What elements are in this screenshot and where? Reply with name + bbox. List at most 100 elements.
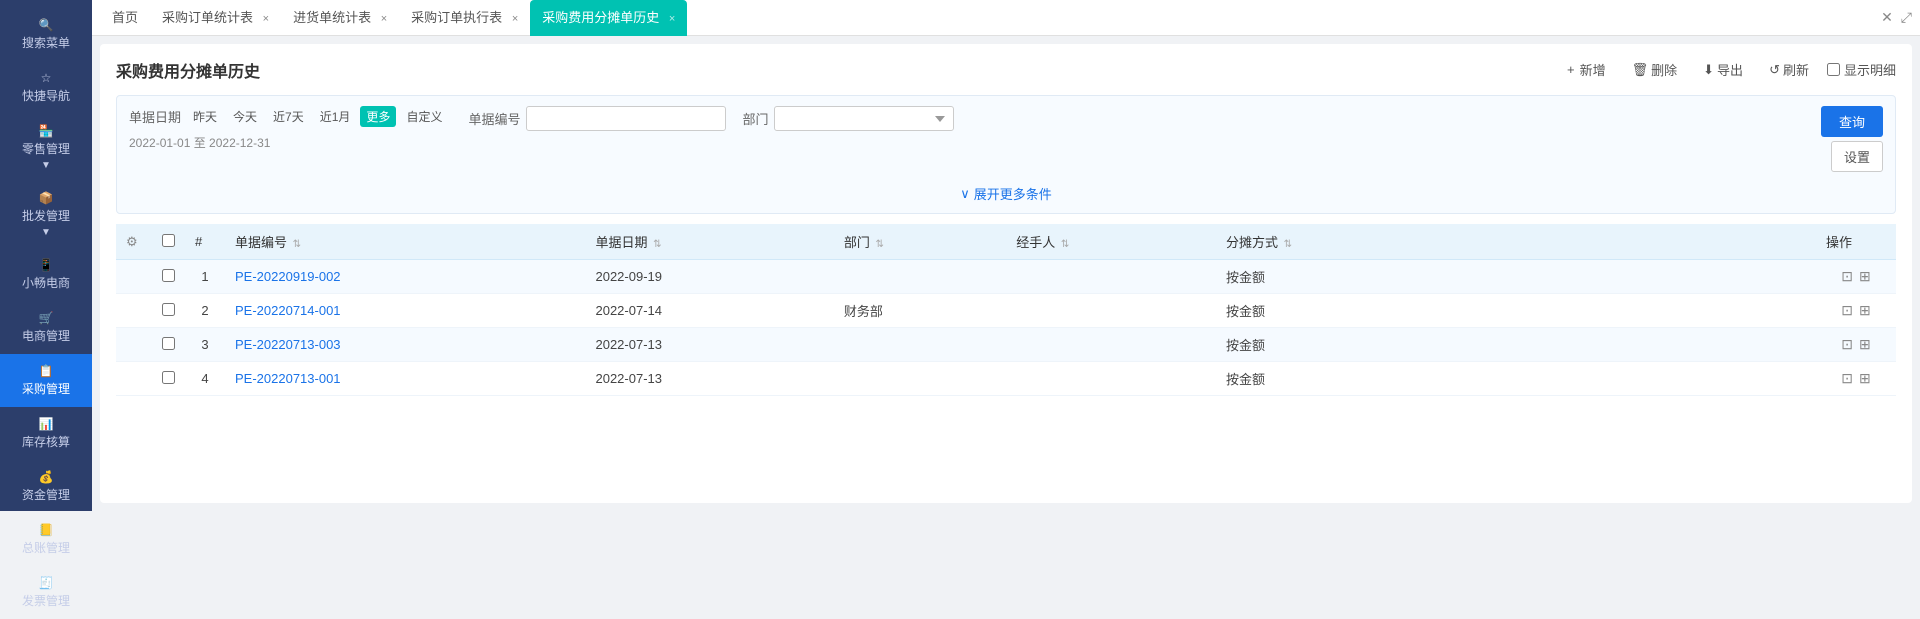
view-icon[interactable]: ⊡ bbox=[1841, 268, 1853, 285]
sidebar: 🔍 搜索菜单 ☆ 快捷导航 🏪 零售管理 ▼ 📦 批发管理 ▼ 📱 小畅电商 🛒… bbox=[0, 0, 92, 511]
sidebar-item-inventory[interactable]: 📊 库存核算 bbox=[0, 407, 92, 460]
table-row: 1 PE-20220919-002 2022-09-19 按金额 ⊡ ⊞ bbox=[116, 260, 1896, 294]
tab-label: 采购订单统计表 bbox=[162, 10, 253, 25]
close-tab-icon[interactable]: ✕ bbox=[1881, 9, 1893, 26]
row-doc-no: PE-20220713-001 bbox=[225, 362, 585, 396]
table-row: 3 PE-20220713-003 2022-07-13 按金额 ⊡ ⊞ bbox=[116, 328, 1896, 362]
finance-icon: 💰 bbox=[4, 470, 88, 484]
toolbar: + 新增 🗑 删除 ⬇ 导出 ↺ 刷新 显示明细 bbox=[1559, 56, 1896, 83]
ecommerce-icon: 🛒 bbox=[4, 311, 88, 325]
sidebar-item-quicknav[interactable]: ☆ 快捷导航 bbox=[0, 61, 92, 114]
show-detail-checkbox[interactable]: 显示明细 bbox=[1827, 60, 1896, 79]
add-label: 新增 bbox=[1580, 60, 1606, 79]
docno-input[interactable] bbox=[526, 106, 726, 131]
row-checkbox[interactable] bbox=[162, 371, 175, 384]
edit-icon[interactable]: ⊞ bbox=[1859, 268, 1871, 285]
add-button[interactable]: + 新增 bbox=[1559, 56, 1614, 83]
tab-home[interactable]: 首页 bbox=[100, 0, 150, 36]
row-check bbox=[152, 362, 185, 396]
nav-icon: ☆ bbox=[4, 71, 88, 85]
sort-icon[interactable]: ⇅ bbox=[1284, 239, 1292, 250]
view-icon[interactable]: ⊡ bbox=[1841, 336, 1853, 353]
tab-purchase-order-stats[interactable]: 采购订单统计表 × bbox=[150, 0, 281, 36]
filter-settings-button[interactable]: 设置 bbox=[1831, 141, 1883, 172]
add-icon: + bbox=[1567, 62, 1575, 77]
refresh-icon: ↺ bbox=[1769, 62, 1780, 78]
row-handler bbox=[1006, 362, 1216, 396]
maximize-icon[interactable]: ⤢ bbox=[1901, 9, 1912, 26]
date-7days-btn[interactable]: 近7天 bbox=[267, 106, 310, 127]
select-all-checkbox[interactable] bbox=[162, 234, 175, 247]
doc-no-link[interactable]: PE-20220713-001 bbox=[235, 371, 341, 386]
date-shortcuts: 昨天 今天 近7天 近1月 更多 自定义 bbox=[187, 106, 448, 127]
row-handler bbox=[1006, 260, 1216, 294]
show-detail-input[interactable] bbox=[1827, 63, 1840, 76]
page-header: 采购费用分摊单历史 + 新增 🗑 删除 ⬇ 导出 ↺ 刷新 bbox=[116, 56, 1896, 83]
sidebar-item-search[interactable]: 🔍 搜索菜单 bbox=[0, 8, 92, 61]
sidebar-item-invoice[interactable]: 🧾 发票管理 bbox=[0, 566, 92, 619]
date-today-btn[interactable]: 今天 bbox=[227, 106, 263, 127]
row-doc-no: PE-20220713-003 bbox=[225, 328, 585, 362]
table-row: 2 PE-20220714-001 2022-07-14 财务部 按金额 ⊡ ⊞ bbox=[116, 294, 1896, 328]
filter-center-section: 单据编号 部门 财务部 bbox=[448, 106, 1821, 131]
sort-icon[interactable]: ⇅ bbox=[1061, 239, 1069, 250]
tab-close-icon[interactable]: × bbox=[381, 13, 387, 25]
chevron-down-icon: ▼ bbox=[41, 160, 51, 171]
filter-date-item: 单据日期 昨天 今天 近7天 近1月 更多 自定义 bbox=[129, 106, 448, 127]
doc-no-link[interactable]: PE-20220714-001 bbox=[235, 303, 341, 318]
row-checkbox[interactable] bbox=[162, 303, 175, 316]
doc-no-link[interactable]: PE-20220713-003 bbox=[235, 337, 341, 352]
date-custom-btn[interactable]: 自定义 bbox=[400, 106, 448, 127]
sort-icon[interactable]: ⇅ bbox=[653, 239, 661, 250]
col-settings: ⚙ bbox=[116, 224, 152, 260]
sidebar-item-label: 搜索菜单 bbox=[4, 34, 88, 51]
sidebar-item-finance[interactable]: 💰 资金管理 bbox=[0, 460, 92, 513]
tab-purchase-order-exec[interactable]: 采购订单执行表 × bbox=[399, 0, 530, 36]
refresh-button[interactable]: ↺ 刷新 bbox=[1761, 56, 1817, 83]
export-label: 导出 bbox=[1717, 60, 1743, 79]
date-1month-btn[interactable]: 近1月 bbox=[314, 106, 357, 127]
row-settings bbox=[116, 328, 152, 362]
tab-close-icon[interactable]: × bbox=[263, 13, 269, 25]
row-no: 4 bbox=[185, 362, 225, 396]
row-dept bbox=[834, 362, 1006, 396]
refresh-label: 刷新 bbox=[1783, 60, 1809, 79]
edit-icon[interactable]: ⊞ bbox=[1859, 370, 1871, 387]
tab-label: 采购订单执行表 bbox=[411, 10, 502, 25]
row-checkbox[interactable] bbox=[162, 337, 175, 350]
sidebar-item-wholesale[interactable]: 📦 批发管理 ▼ bbox=[0, 181, 92, 248]
view-icon[interactable]: ⊡ bbox=[1841, 302, 1853, 319]
row-dept: 财务部 bbox=[834, 294, 1006, 328]
row-handler bbox=[1006, 294, 1216, 328]
date-more-btn[interactable]: 更多 bbox=[360, 106, 396, 127]
tab-purchase-fee-history[interactable]: 采购费用分摊单历史 × bbox=[530, 0, 687, 36]
tab-close-icon[interactable]: × bbox=[512, 13, 518, 25]
sidebar-item-ecommerce[interactable]: 🛒 电商管理 bbox=[0, 301, 92, 354]
dept-select[interactable]: 财务部 bbox=[774, 106, 954, 131]
chevron-down-icon: ∨ bbox=[960, 186, 970, 202]
edit-icon[interactable]: ⊞ bbox=[1859, 302, 1871, 319]
sidebar-item-retail[interactable]: 🏪 零售管理 ▼ bbox=[0, 114, 92, 181]
tab-close-icon[interactable]: × bbox=[669, 13, 675, 25]
sidebar-item-label: 总账管理 bbox=[4, 539, 88, 556]
sort-icon[interactable]: ⇅ bbox=[293, 239, 301, 250]
table-settings-icon[interactable]: ⚙ bbox=[126, 234, 138, 249]
delete-button[interactable]: 🗑 删除 bbox=[1624, 56, 1686, 83]
doc-no-link[interactable]: PE-20220919-002 bbox=[235, 269, 341, 284]
edit-icon[interactable]: ⊞ bbox=[1859, 336, 1871, 353]
sidebar-item-miniapp[interactable]: 📱 小畅电商 bbox=[0, 248, 92, 301]
col-check bbox=[152, 224, 185, 260]
sidebar-item-ledger[interactable]: 📒 总账管理 bbox=[0, 513, 92, 566]
export-button[interactable]: ⬇ 导出 bbox=[1695, 56, 1751, 83]
ledger-icon: 📒 bbox=[4, 523, 88, 537]
sidebar-item-purchase[interactable]: 📋 采购管理 bbox=[0, 354, 92, 407]
sort-icon[interactable]: ⇅ bbox=[876, 239, 884, 250]
row-checkbox[interactable] bbox=[162, 269, 175, 282]
row-settings bbox=[116, 294, 152, 328]
date-yesterday-btn[interactable]: 昨天 bbox=[187, 106, 223, 127]
col-handler-label: 经手人 bbox=[1016, 235, 1055, 250]
query-button[interactable]: 查询 bbox=[1821, 106, 1883, 137]
view-icon[interactable]: ⊡ bbox=[1841, 370, 1853, 387]
tab-inbound-stats[interactable]: 进货单统计表 × bbox=[281, 0, 399, 36]
expand-more-btn[interactable]: ∨ 展开更多条件 bbox=[960, 184, 1052, 203]
